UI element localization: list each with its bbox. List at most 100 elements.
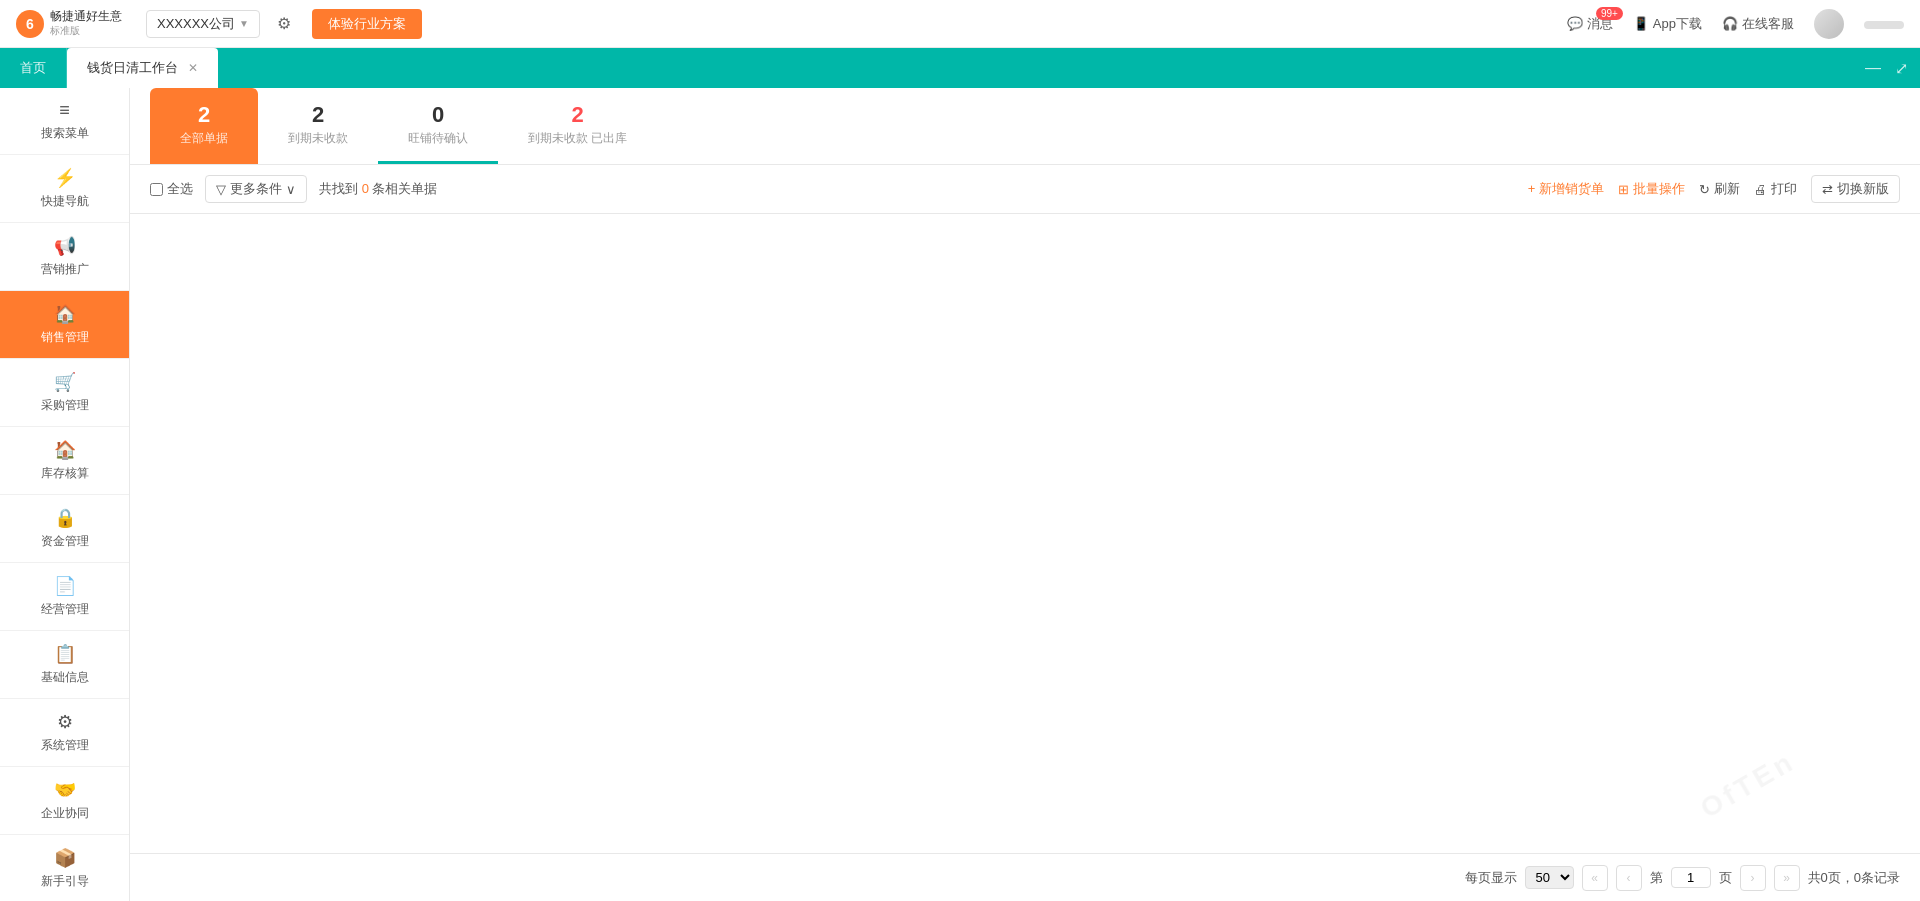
switch-version-button[interactable]: ⇄ 切换新版: [1811, 175, 1900, 203]
sidebar-item-marketing[interactable]: 📢 营销推广: [0, 223, 129, 291]
download-icon: 📱: [1633, 16, 1649, 31]
select-all-input[interactable]: [150, 183, 163, 196]
minimize-icon[interactable]: —: [1861, 55, 1885, 81]
sidebar-item-quick-nav[interactable]: ⚡ 快捷导航: [0, 155, 129, 223]
sidebar-label-inventory: 库存核算: [41, 465, 89, 482]
filter-button[interactable]: ▽ 更多条件 ∨: [205, 175, 307, 203]
batch-icon: ⊞: [1618, 182, 1629, 197]
filter-icon: ▽: [216, 182, 226, 197]
app-name: 畅捷通好生意: [50, 9, 122, 25]
expand-icon[interactable]: ⤢: [1891, 55, 1912, 82]
switch-icon: ⇄: [1822, 182, 1833, 197]
tab-actions: — ⤢: [1861, 48, 1920, 88]
messages-badge: 99+: [1596, 7, 1623, 20]
refresh-label: 刷新: [1714, 180, 1740, 198]
sidebar-item-system[interactable]: ⚙ 系统管理: [0, 699, 129, 767]
sidebar: ≡ 搜索菜单 ⚡ 快捷导航 📢 营销推广 🏠 销售管理 🛒 采购管理 🏠 库存核…: [0, 88, 130, 901]
message-icon: 💬: [1567, 16, 1583, 31]
inventory-icon: 🏠: [54, 439, 76, 461]
pagination: 每页显示 50 « ‹ 第 页 › » 共0页，0条记录: [130, 853, 1920, 901]
last-page-button[interactable]: »: [1774, 865, 1800, 891]
status-card-overdue[interactable]: 2 到期未收款: [258, 88, 378, 164]
sidebar-item-base-info[interactable]: 📋 基础信息: [0, 631, 129, 699]
nav-tabs: 首页 钱货日清工作台 ✕ — ⤢: [0, 48, 1920, 88]
sidebar-item-operations[interactable]: 📄 经营管理: [0, 563, 129, 631]
sales-icon: 🏠: [54, 303, 76, 325]
refresh-icon: ↻: [1699, 182, 1710, 197]
sidebar-item-finance[interactable]: 🔒 资金管理: [0, 495, 129, 563]
card-label-shipped: 到期未收款 已出库: [528, 130, 627, 147]
select-all-checkbox[interactable]: 全选: [150, 180, 193, 198]
toolbar: 全选 ▽ 更多条件 ∨ 共找到 0 条相关单据 + 新增销货单 ⊞ 批量操作 ↻: [130, 165, 1920, 214]
enterprise-icon: 🤝: [54, 779, 76, 801]
avatar-image: [1814, 9, 1844, 39]
print-icon: 🖨: [1754, 182, 1767, 197]
sidebar-label-finance: 资金管理: [41, 533, 89, 550]
top-right-actions: 💬 消息 99+ 📱 App下载 🎧 在线客服: [1567, 9, 1904, 39]
first-page-button[interactable]: «: [1582, 865, 1608, 891]
app-version: 标准版: [50, 24, 122, 38]
sidebar-label-operations: 经营管理: [41, 601, 89, 618]
base-info-icon: 📋: [54, 643, 76, 665]
batch-operation-button[interactable]: ⊞ 批量操作: [1618, 180, 1685, 198]
sidebar-item-search-menu[interactable]: ≡ 搜索菜单: [0, 88, 129, 155]
online-service-button[interactable]: 🎧 在线客服: [1722, 15, 1794, 33]
refresh-button[interactable]: ↻ 刷新: [1699, 180, 1740, 198]
username-display: [1864, 21, 1904, 29]
tab-home[interactable]: 首页: [0, 48, 67, 88]
logo-icon: 6: [16, 10, 44, 38]
card-label-wangpu: 旺铺待确认: [408, 130, 468, 147]
card-num-wangpu: 0: [432, 102, 444, 128]
per-page-select[interactable]: 50: [1525, 866, 1574, 889]
sidebar-label-quick-nav: 快捷导航: [41, 193, 89, 210]
count-suffix: 条相关单据: [372, 181, 437, 196]
chevron-down-icon: ▼: [239, 18, 249, 29]
status-card-wangpu[interactable]: 0 旺铺待确认: [378, 88, 498, 164]
status-card-shipped[interactable]: 2 到期未收款 已出库: [498, 88, 657, 164]
operations-icon: 📄: [54, 575, 76, 597]
sidebar-item-guide[interactable]: 📦 新手引导: [0, 835, 129, 901]
search-menu-icon: ≡: [59, 100, 70, 121]
count-text: 共找到 0 条相关单据: [319, 180, 437, 198]
tab-workbench[interactable]: 钱货日清工作台 ✕: [67, 48, 218, 88]
sidebar-label-marketing: 营销推广: [41, 261, 89, 278]
guide-icon: 📦: [54, 847, 76, 869]
close-tab-icon[interactable]: ✕: [188, 61, 198, 75]
sidebar-item-purchase[interactable]: 🛒 采购管理: [0, 359, 129, 427]
company-name: XXXXXX公司: [157, 15, 235, 33]
messages-button[interactable]: 💬 消息 99+: [1567, 15, 1613, 33]
total-label: 共0页，0条记录: [1808, 869, 1900, 887]
sidebar-item-inventory[interactable]: 🏠 库存核算: [0, 427, 129, 495]
prev-page-button[interactable]: ‹: [1616, 865, 1642, 891]
next-page-button[interactable]: ›: [1740, 865, 1766, 891]
page-input[interactable]: [1671, 867, 1711, 888]
card-label-overdue: 到期未收款: [288, 130, 348, 147]
trial-button[interactable]: 体验行业方案: [312, 9, 422, 39]
sidebar-item-enterprise[interactable]: 🤝 企业协同: [0, 767, 129, 835]
page-label: 第: [1650, 869, 1663, 887]
purchase-icon: 🛒: [54, 371, 76, 393]
add-sales-order-button[interactable]: + 新增销货单: [1528, 180, 1604, 198]
app-download-button[interactable]: 📱 App下载: [1633, 15, 1702, 33]
switch-label: 切换新版: [1837, 180, 1889, 198]
sidebar-item-sales[interactable]: 🏠 销售管理: [0, 291, 129, 359]
headset-icon: 🎧: [1722, 16, 1738, 31]
marketing-icon: 📢: [54, 235, 76, 257]
finance-icon: 🔒: [54, 507, 76, 529]
company-selector[interactable]: XXXXXX公司 ▼: [146, 10, 260, 38]
sidebar-label-system: 系统管理: [41, 737, 89, 754]
tab-workbench-label: 钱货日清工作台: [87, 59, 178, 77]
status-cards: 2 全部单据 2 到期未收款 0 旺铺待确认 2 到期未收款 已出库: [130, 88, 1920, 165]
user-avatar[interactable]: [1814, 9, 1844, 39]
quick-nav-icon: ⚡: [54, 167, 76, 189]
select-all-label: 全选: [167, 180, 193, 198]
sidebar-label-enterprise: 企业协同: [41, 805, 89, 822]
count-value: 0: [362, 181, 369, 196]
settings-button[interactable]: ⚙: [268, 8, 300, 40]
sidebar-label-guide: 新手引导: [41, 873, 89, 890]
print-button[interactable]: 🖨 打印: [1754, 180, 1797, 198]
batch-label: 批量操作: [1633, 180, 1685, 198]
count-prefix: 共找到: [319, 181, 358, 196]
status-card-all[interactable]: 2 全部单据: [150, 88, 258, 164]
logo-area: 6 畅捷通好生意 标准版: [16, 9, 146, 39]
